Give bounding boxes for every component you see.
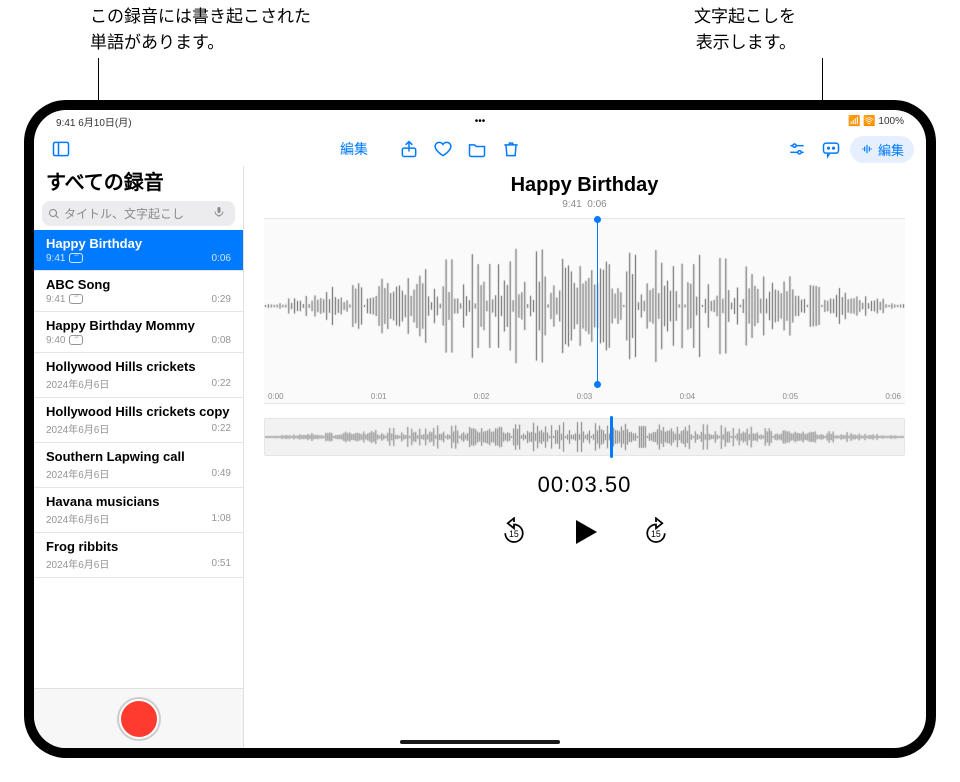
skip-back-15-button[interactable]: 15 [499,517,529,552]
recording-title[interactable]: Happy Birthday [264,174,905,197]
recording-row-time: 9:41“” [46,253,83,264]
favorite-icon[interactable] [428,134,458,164]
recording-row-time: 2024年6月6日 [46,466,109,481]
sidebar-toggle-icon[interactable] [46,134,76,164]
recording-row[interactable]: Southern Lapwing call 2024年6月6日 0:49 [34,443,243,488]
timeline-tick: 0:05 [782,392,798,401]
recording-row-duration: 0:29 [212,294,231,305]
multitask-ellipsis[interactable]: ••• [475,116,486,127]
recording-row-duration: 0:08 [212,335,231,346]
recording-row[interactable]: Happy Birthday Mommy 9:40“” 0:08 [34,312,243,353]
folder-icon[interactable] [462,134,492,164]
recording-row-duration: 0:22 [212,423,231,434]
recording-row-title: Happy Birthday Mommy [46,318,231,333]
overview-cursor[interactable] [610,416,613,458]
record-bar [34,688,243,748]
settings-sliders-icon[interactable] [782,134,812,164]
timecode: 00:03.50 [264,472,905,498]
timeline-tick: 0:06 [885,392,901,401]
recording-row[interactable]: Frog ribbits 2024年6月6日 0:51 [34,533,243,578]
recording-row-time: 2024年6月6日 [46,511,109,526]
recording-row-title: Happy Birthday [46,236,231,251]
recording-row[interactable]: Hollywood Hills crickets copy 2024年6月6日 0:… [34,398,243,443]
waveform-canvas [264,229,905,383]
share-icon[interactable] [394,134,424,164]
recording-row[interactable]: Happy Birthday 9:41“” 0:06 [34,230,243,271]
recording-row-time: 2024年6月6日 [46,421,109,436]
transcript-badge-icon: “” [69,294,83,304]
sidebar-title: すべての録音 [34,166,243,201]
recording-row-time: 9:40“” [46,335,83,346]
recording-row[interactable]: Hollywood Hills crickets 2024年6月6日 0:22 [34,353,243,398]
svg-text:15: 15 [651,529,661,539]
timeline-tick: 0:04 [680,392,696,401]
home-indicator[interactable] [400,740,560,744]
recordings-sidebar: すべての録音 タイトル、文字起こし Happy Birthday 9:41“” 0:… [34,166,244,748]
playhead[interactable] [597,219,598,385]
recording-row-duration: 0:51 [212,558,231,569]
play-button[interactable] [567,514,603,555]
waveform-timeline: 0:00 0:01 0:02 0:03 0:04 0:05 0:06 [264,392,905,401]
ipad-screen: 9:41 6月10日(月) 📶 🛜 100% ••• 編集 [34,110,926,748]
callout-show-transcript: 文字起こしを 表示します。 [694,4,796,55]
edit-recording-button[interactable]: 編集 [850,136,914,163]
mic-dictation-icon[interactable] [213,206,229,221]
callout-transcript-badge: この録音には書き起こされた 単語があります。 [90,4,311,55]
skip-forward-15-button[interactable]: 15 [641,517,671,552]
recording-detail: Happy Birthday 9:41 0:06 0:000:010:020:0… [244,166,925,748]
timeline-tick: 0:02 [474,392,490,401]
timeline-tick: 0:01 [371,392,387,401]
recording-row-time: 2024年6月6日 [46,556,109,571]
recordings-list: Happy Birthday 9:41“” 0:06 ABC Song 9:41“” 0:… [34,230,243,688]
waveform-area[interactable]: 0:00 0:01 0:02 0:03 0:04 0:05 0:06 [264,218,905,404]
timeline-tick: 0:00 [268,392,284,401]
recording-row-duration: 0:06 [212,253,231,264]
recording-row-duration: 1:08 [212,513,231,524]
transcript-badge-icon: “” [69,253,83,263]
recording-row-duration: 0:49 [212,468,231,479]
transcript-icon[interactable] [816,134,846,164]
status-time: 9:41 6月10日(月) [56,114,132,129]
record-button[interactable] [119,699,159,739]
overview-canvas [265,419,904,455]
sidebar-edit-button[interactable]: 編集 [332,139,376,159]
recording-row-title: Southern Lapwing call [46,449,231,464]
recording-row-title: Frog ribbits [46,539,231,554]
recording-row-time: 9:41“” [46,294,83,305]
waveform-overview[interactable] [264,418,905,456]
status-right: 📶 🛜 100% [848,116,904,127]
recording-row-title: Hollywood Hills crickets [46,359,231,374]
trash-icon[interactable] [496,134,526,164]
toolbar: ••• 編集 [34,132,926,166]
recording-subtitle: 9:41 0:06 [264,199,905,210]
transcript-badge-icon: “” [69,335,83,345]
svg-text:15: 15 [509,529,519,539]
timeline-tick: 0:03 [577,392,593,401]
search-input[interactable]: タイトル、文字起こし [42,201,235,226]
recording-row-time: 2024年6月6日 [46,376,109,391]
search-placeholder: タイトル、文字起こし [64,205,184,222]
recording-row[interactable]: ABC Song 9:41“” 0:29 [34,271,243,312]
recording-row-title: Havana musicians [46,494,231,509]
recording-row[interactable]: Havana musicians 2024年6月6日 1:08 [34,488,243,533]
recording-row-title: Hollywood Hills crickets copy [46,404,231,419]
playback-controls: 15 15 [264,514,905,555]
recording-row-duration: 0:22 [212,378,231,389]
recording-row-title: ABC Song [46,277,231,292]
ipad-frame: 9:41 6月10日(月) 📶 🛜 100% ••• 編集 [24,100,936,758]
